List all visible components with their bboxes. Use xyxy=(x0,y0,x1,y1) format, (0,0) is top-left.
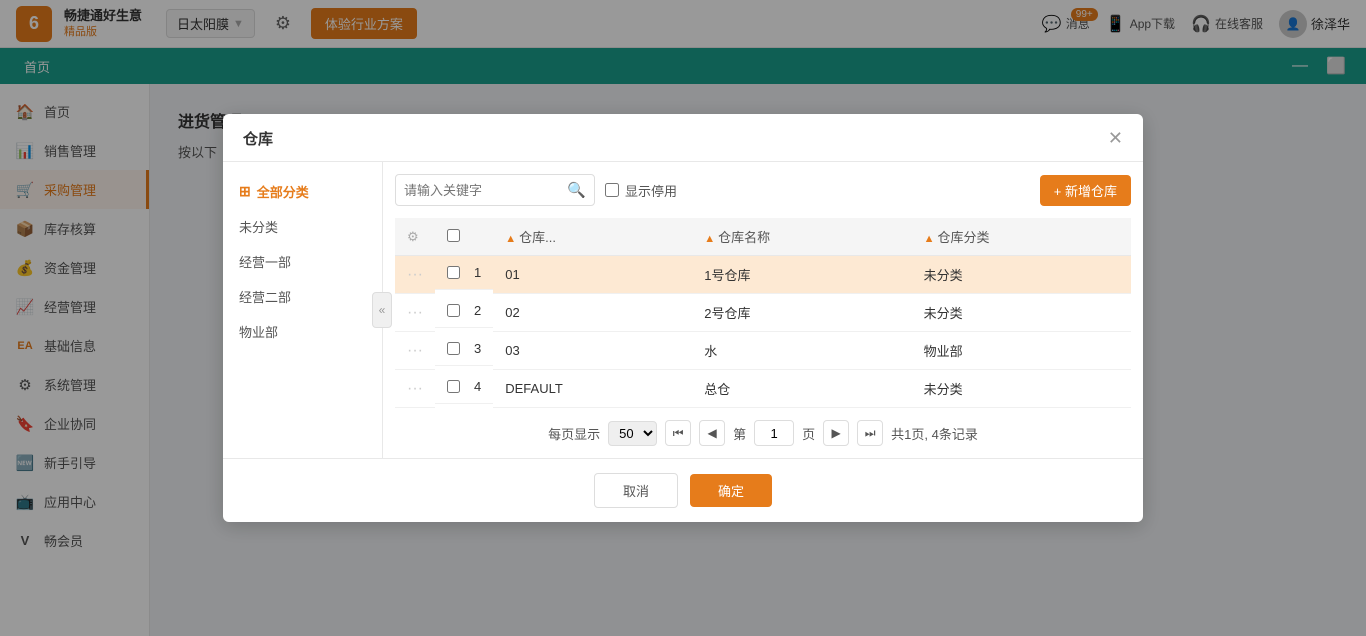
page-next-button[interactable]: ▶ xyxy=(823,420,849,446)
row-code: 03 xyxy=(493,332,692,370)
row-index: 4 xyxy=(435,370,493,404)
pagination-bar: 每页显示 50 ⏮ ◀ 第 页 ▶ ⏭ 共1页, 4条记录 xyxy=(395,420,1131,446)
select-all-checkbox[interactable] xyxy=(447,229,460,242)
sort-icon-category: ▲ xyxy=(924,233,935,245)
th-checkbox xyxy=(435,218,493,256)
row-name: 1号仓库 xyxy=(692,256,911,294)
warehouse-table: ⚙ ▲仓库... ▲仓库名称 ▲仓库分类 ··· 1 01 1号仓库 未分类 ·… xyxy=(395,218,1131,408)
page-first-button[interactable]: ⏮ xyxy=(665,420,691,446)
category-panel: ⊞ 全部分类 未分类 经营一部 经营二部 物业部 « xyxy=(223,162,383,458)
add-warehouse-button[interactable]: + 新增仓库 xyxy=(1040,175,1131,206)
modal-header: 仓库 ✕ xyxy=(223,114,1143,162)
modal-overlay: 仓库 ✕ ⊞ 全部分类 未分类 经营一部 经营二部 物业部 « xyxy=(0,0,1366,636)
row-index: 3 xyxy=(435,332,493,366)
row-code: DEFAULT xyxy=(493,370,692,408)
table-row[interactable]: ··· 2 02 2号仓库 未分类 xyxy=(395,294,1131,332)
th-category: ▲仓库分类 xyxy=(912,218,1131,256)
table-header-row: ⚙ ▲仓库... ▲仓库名称 ▲仓库分类 xyxy=(395,218,1131,256)
row-more-icon[interactable]: ··· xyxy=(407,342,423,359)
search-input[interactable] xyxy=(404,183,567,198)
settings-th-icon: ⚙ xyxy=(407,229,419,244)
page-prev-button[interactable]: ◀ xyxy=(699,420,725,446)
row-checkbox[interactable] xyxy=(447,380,460,393)
modal-footer: 取消 确定 xyxy=(223,458,1143,522)
category-item-3[interactable]: 物业部 xyxy=(223,314,382,349)
sort-icon-code: ▲ xyxy=(505,233,516,245)
collapse-panel-button[interactable]: « xyxy=(372,292,392,328)
row-name: 2号仓库 xyxy=(692,294,911,332)
category-item-1[interactable]: 经营一部 xyxy=(223,244,382,279)
row-code: 01 xyxy=(493,256,692,294)
table-panel: 🔍 显示停用 + 新增仓库 ⚙ ▲仓库... xyxy=(383,162,1143,458)
category-all[interactable]: ⊞ 全部分类 xyxy=(223,174,382,209)
row-actions: ··· xyxy=(395,332,435,370)
page-last-button[interactable]: ⏭ xyxy=(857,420,883,446)
search-icon[interactable]: 🔍 xyxy=(567,181,586,199)
warehouse-modal: 仓库 ✕ ⊞ 全部分类 未分类 经营一部 经营二部 物业部 « xyxy=(223,114,1143,522)
modal-close-button[interactable]: ✕ xyxy=(1108,128,1123,149)
row-category: 未分类 xyxy=(912,256,1131,294)
page-size-select[interactable]: 50 xyxy=(608,421,657,446)
row-actions: ··· xyxy=(395,294,435,332)
grid-icon: ⊞ xyxy=(239,183,251,200)
row-name: 水 xyxy=(692,332,911,370)
row-checkbox[interactable] xyxy=(447,266,460,279)
th-name: ▲仓库名称 xyxy=(692,218,911,256)
show-disabled-label[interactable]: 显示停用 xyxy=(605,181,677,200)
th-settings: ⚙ xyxy=(395,218,435,256)
row-checkbox[interactable] xyxy=(447,304,460,317)
row-index: 1 xyxy=(435,256,493,290)
row-category: 未分类 xyxy=(912,370,1131,408)
modal-body: ⊞ 全部分类 未分类 经营一部 经营二部 物业部 « 🔍 xyxy=(223,162,1143,458)
search-wrap: 🔍 xyxy=(395,174,595,206)
category-item-2[interactable]: 经营二部 xyxy=(223,279,382,314)
row-actions: ··· xyxy=(395,256,435,294)
row-category: 未分类 xyxy=(912,294,1131,332)
warehouse-tbody: ··· 1 01 1号仓库 未分类 ··· 2 02 2号仓库 未分类 ··· … xyxy=(395,256,1131,408)
page-number-input[interactable] xyxy=(754,420,794,446)
sort-icon-name: ▲ xyxy=(704,233,715,245)
show-disabled-checkbox[interactable] xyxy=(605,183,619,197)
table-toolbar: 🔍 显示停用 + 新增仓库 xyxy=(395,174,1131,206)
category-item-0[interactable]: 未分类 xyxy=(223,209,382,244)
row-more-icon[interactable]: ··· xyxy=(407,266,423,283)
row-name: 总仓 xyxy=(692,370,911,408)
row-index: 2 xyxy=(435,294,493,328)
row-code: 02 xyxy=(493,294,692,332)
row-more-icon[interactable]: ··· xyxy=(407,304,423,321)
row-actions: ··· xyxy=(395,370,435,408)
row-more-icon[interactable]: ··· xyxy=(407,380,423,397)
row-checkbox[interactable] xyxy=(447,342,460,355)
confirm-button[interactable]: 确定 xyxy=(690,474,772,507)
modal-title: 仓库 xyxy=(243,128,273,149)
table-row[interactable]: ··· 3 03 水 物业部 xyxy=(395,332,1131,370)
table-row[interactable]: ··· 1 01 1号仓库 未分类 xyxy=(395,256,1131,294)
cancel-button[interactable]: 取消 xyxy=(594,473,678,508)
table-row[interactable]: ··· 4 DEFAULT 总仓 未分类 xyxy=(395,370,1131,408)
row-category: 物业部 xyxy=(912,332,1131,370)
th-code: ▲仓库... xyxy=(493,218,692,256)
